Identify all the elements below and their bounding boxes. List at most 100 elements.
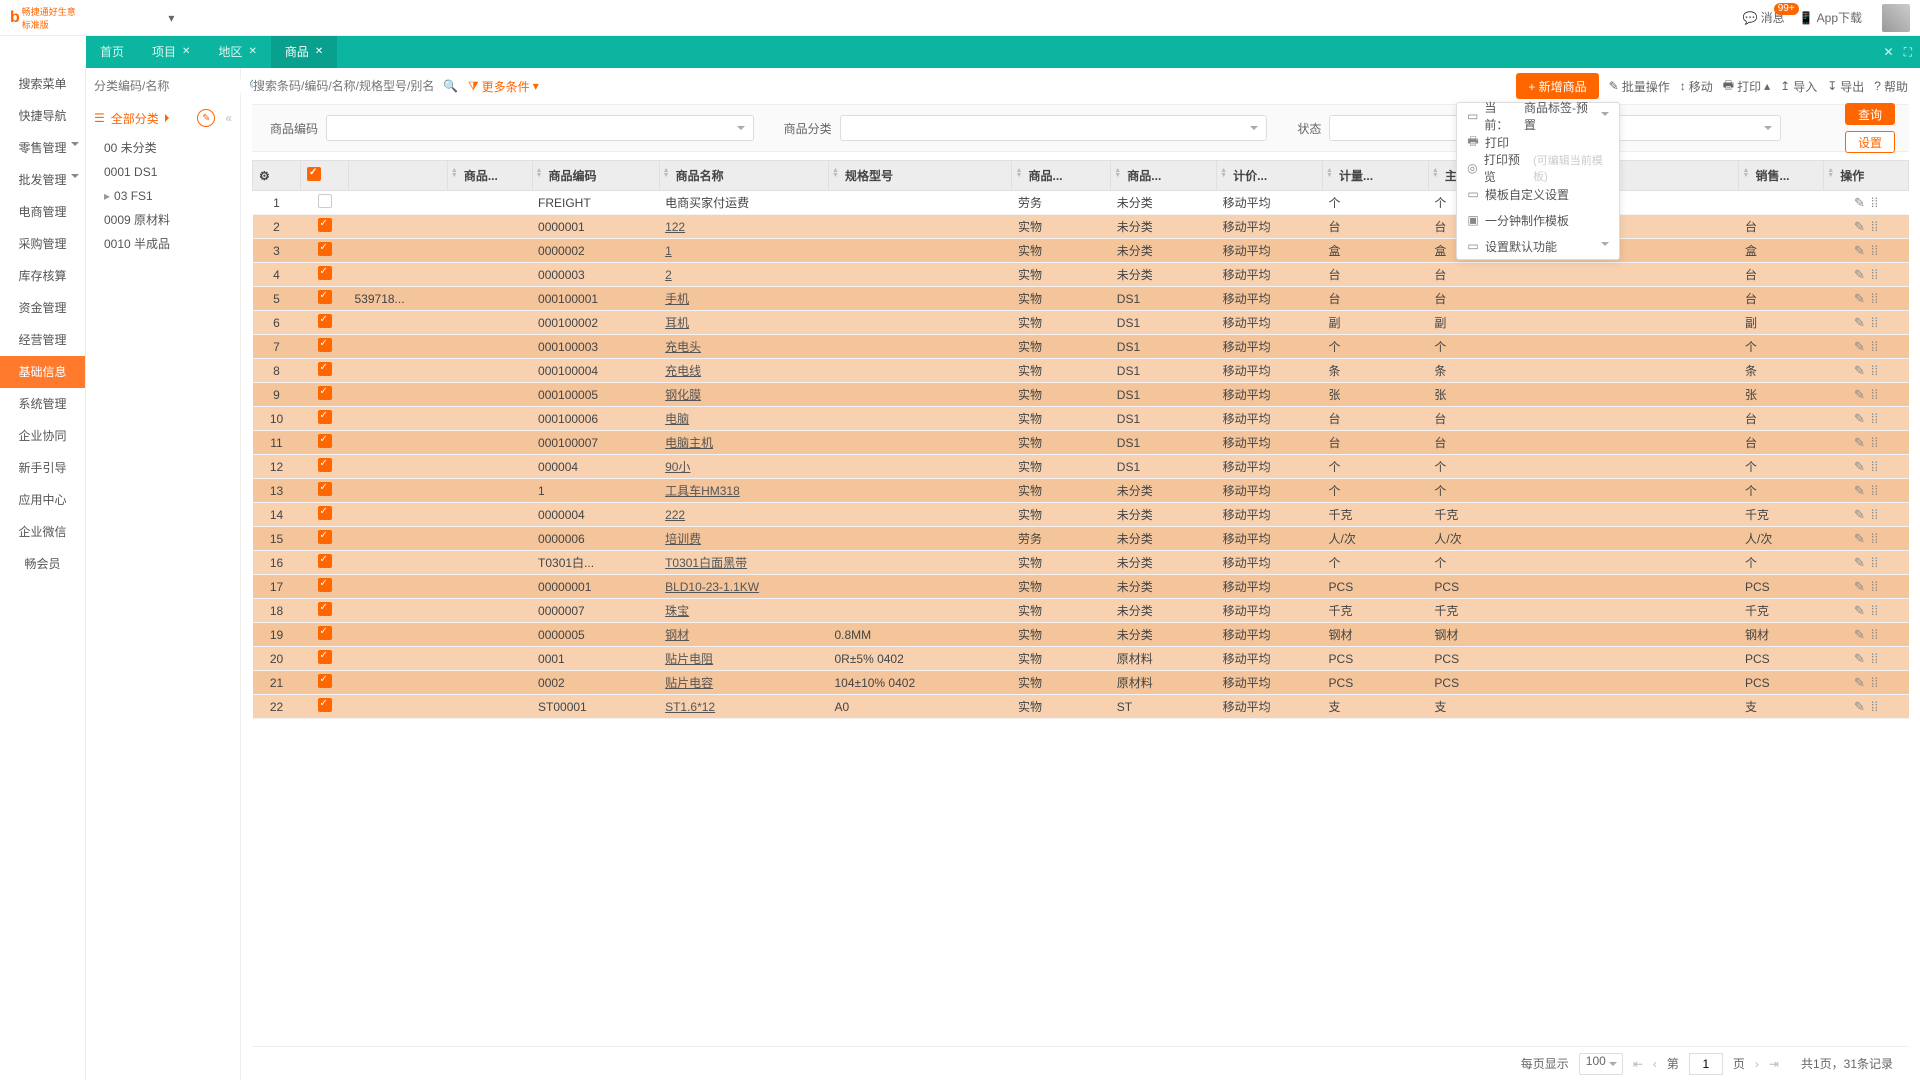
- row-checkbox[interactable]: [318, 458, 332, 472]
- table-row[interactable]: 200001贴片电阻0R±5% 0402实物原材料移动平均PCSPCSPCS✎⁞…: [253, 647, 1909, 671]
- edit-icon[interactable]: ✎: [1854, 459, 1865, 475]
- search-input[interactable]: [253, 79, 433, 93]
- column-header[interactable]: ▲▼规格型号: [828, 161, 1012, 191]
- search-icon[interactable]: 🔍: [443, 79, 458, 93]
- edit-icon[interactable]: ✎: [1854, 411, 1865, 427]
- first-page-icon[interactable]: ⇤: [1633, 1057, 1643, 1071]
- more-icon[interactable]: ⁞⁞: [1871, 267, 1878, 283]
- edit-icon[interactable]: ✎: [1854, 699, 1865, 715]
- more-icon[interactable]: ⁞⁞: [1871, 579, 1878, 595]
- filter-code-input[interactable]: [326, 115, 754, 141]
- fullscreen-icon[interactable]: ⛶: [1904, 45, 1912, 60]
- add-product-button[interactable]: + 新增商品: [1516, 73, 1598, 99]
- column-header[interactable]: ▲▼销售...: [1739, 161, 1824, 191]
- tab-项目[interactable]: 项目✕: [138, 36, 204, 68]
- more-icon[interactable]: ⁞⁞: [1871, 195, 1878, 211]
- filter-category-select[interactable]: [840, 115, 1268, 141]
- sidebar-item[interactable]: 新手引导: [0, 452, 85, 484]
- more-icon[interactable]: ⁞⁞: [1871, 315, 1878, 331]
- row-checkbox[interactable]: [318, 482, 332, 496]
- row-checkbox[interactable]: [318, 290, 332, 304]
- gear-icon[interactable]: ⚙: [259, 169, 270, 183]
- sidebar-item[interactable]: 畅会员: [0, 548, 85, 580]
- dropdown-quick-template[interactable]: ▣一分钟制作模板: [1457, 207, 1619, 233]
- table-row[interactable]: 7000100003充电头实物DS1移动平均个个个✎⁞⁞: [253, 335, 1909, 359]
- column-header[interactable]: ⚙: [253, 161, 301, 191]
- sidebar-item[interactable]: 采购管理: [0, 228, 85, 260]
- move-link[interactable]: ↕移动: [1680, 78, 1713, 95]
- edit-icon[interactable]: ✎: [1854, 291, 1865, 307]
- more-icon[interactable]: ⁞⁞: [1871, 387, 1878, 403]
- sidebar-item[interactable]: 库存核算: [0, 260, 85, 292]
- tab-首页[interactable]: 首页: [86, 36, 138, 68]
- row-checkbox[interactable]: [318, 386, 332, 400]
- table-row[interactable]: 1FREIGHT电商买家付运费劳务未分类移动平均个个✎⁞⁞: [253, 191, 1909, 215]
- more-icon[interactable]: ⁞⁞: [1871, 435, 1878, 451]
- dropdown-default[interactable]: ▭设置默认功能: [1457, 233, 1619, 259]
- avatar[interactable]: [1882, 4, 1910, 32]
- row-checkbox[interactable]: [318, 650, 332, 664]
- category-item[interactable]: 00 未分类: [104, 136, 240, 160]
- table-row[interactable]: 20000001122实物未分类移动平均台台台✎⁞⁞: [253, 215, 1909, 239]
- print-link[interactable]: 🖶打印 ▴: [1723, 76, 1770, 97]
- table-row[interactable]: 140000004222实物未分类移动平均千克千克千克✎⁞⁞: [253, 503, 1909, 527]
- select-all-checkbox[interactable]: [307, 167, 321, 181]
- column-header[interactable]: [349, 161, 448, 191]
- row-checkbox[interactable]: [318, 554, 332, 568]
- close-icon[interactable]: ✕: [182, 36, 190, 68]
- category-item[interactable]: 0001 DS1: [104, 160, 240, 184]
- column-header[interactable]: ▲▼商品编码: [532, 161, 659, 191]
- table-wrap[interactable]: ⚙▲▼商品...▲▼商品编码▲▼商品名称▲▼规格型号▲▼商品...▲▼商品...…: [252, 160, 1909, 1046]
- row-checkbox[interactable]: [318, 434, 332, 448]
- table-row[interactable]: 11000100007电脑主机实物DS1移动平均台台台✎⁞⁞: [253, 431, 1909, 455]
- more-icon[interactable]: ⁞⁞: [1871, 651, 1878, 667]
- table-row[interactable]: 180000007珠宝实物未分类移动平均千克千克千克✎⁞⁞: [253, 599, 1909, 623]
- help-link[interactable]: ?帮助: [1874, 78, 1908, 95]
- table-row[interactable]: 10000100006电脑实物DS1移动平均台台台✎⁞⁞: [253, 407, 1909, 431]
- sidebar-item[interactable]: 零售管理: [0, 132, 85, 164]
- row-checkbox[interactable]: [318, 194, 332, 208]
- sidebar-item[interactable]: 系统管理: [0, 388, 85, 420]
- row-checkbox[interactable]: [318, 506, 332, 520]
- account-dropdown[interactable]: ▾: [105, 9, 174, 26]
- prev-page-icon[interactable]: ‹: [1653, 1057, 1657, 1071]
- more-icon[interactable]: ⁞⁞: [1871, 627, 1878, 643]
- row-checkbox[interactable]: [318, 602, 332, 616]
- row-checkbox[interactable]: [318, 242, 332, 256]
- pager-per-select[interactable]: 100: [1579, 1053, 1623, 1075]
- more-icon[interactable]: ⁞⁞: [1871, 507, 1878, 523]
- table-row[interactable]: 5539718...000100001手机实物DS1移动平均台台台✎⁞⁞: [253, 287, 1909, 311]
- sidebar-item[interactable]: 搜索菜单: [0, 68, 85, 100]
- close-icon[interactable]: ✕: [315, 36, 323, 68]
- edit-icon[interactable]: ✎: [1854, 603, 1865, 619]
- more-icon[interactable]: ⁞⁞: [1871, 219, 1878, 235]
- column-header[interactable]: ▲▼操作: [1824, 161, 1909, 191]
- search-button[interactable]: 查询: [1845, 103, 1895, 125]
- edit-icon[interactable]: ✎: [1854, 507, 1865, 523]
- sidebar-item[interactable]: 基础信息: [0, 356, 85, 388]
- category-item[interactable]: 0009 原材料: [104, 208, 240, 232]
- import-link[interactable]: ↥导入: [1780, 78, 1817, 95]
- column-header[interactable]: [301, 161, 349, 191]
- column-header[interactable]: ▲▼计量...: [1323, 161, 1429, 191]
- table-row[interactable]: 8000100004充电线实物DS1移动平均条条条✎⁞⁞: [253, 359, 1909, 383]
- more-icon[interactable]: ⁞⁞: [1871, 243, 1878, 259]
- sidebar-item[interactable]: 批发管理: [0, 164, 85, 196]
- table-row[interactable]: 210002贴片电容104±10% 0402实物原材料移动平均PCSPCSPCS…: [253, 671, 1909, 695]
- more-icon[interactable]: ⁞⁞: [1871, 483, 1878, 499]
- more-icon[interactable]: ⁞⁞: [1871, 411, 1878, 427]
- edit-icon[interactable]: ✎: [1854, 435, 1865, 451]
- row-checkbox[interactable]: [318, 674, 332, 688]
- edit-icon[interactable]: ✎: [1854, 579, 1865, 595]
- more-icon[interactable]: ⁞⁞: [1871, 363, 1878, 379]
- category-item[interactable]: 03 FS1: [104, 184, 240, 208]
- sidebar-item[interactable]: 应用中心: [0, 484, 85, 516]
- tab-close-all-icon[interactable]: ✕: [1884, 45, 1894, 60]
- next-page-icon[interactable]: ›: [1755, 1057, 1759, 1071]
- last-page-icon[interactable]: ⇥: [1769, 1057, 1779, 1071]
- edit-icon[interactable]: ✎: [1854, 243, 1865, 259]
- collapse-icon[interactable]: «: [225, 111, 232, 125]
- messages-link[interactable]: 💬 消息 99+: [1743, 9, 1785, 26]
- dropdown-preview[interactable]: ◎打印预览(可编辑当前模板): [1457, 155, 1619, 181]
- table-row[interactable]: 1700000001BLD10-23-1.1KW实物未分类移动平均PCSPCSP…: [253, 575, 1909, 599]
